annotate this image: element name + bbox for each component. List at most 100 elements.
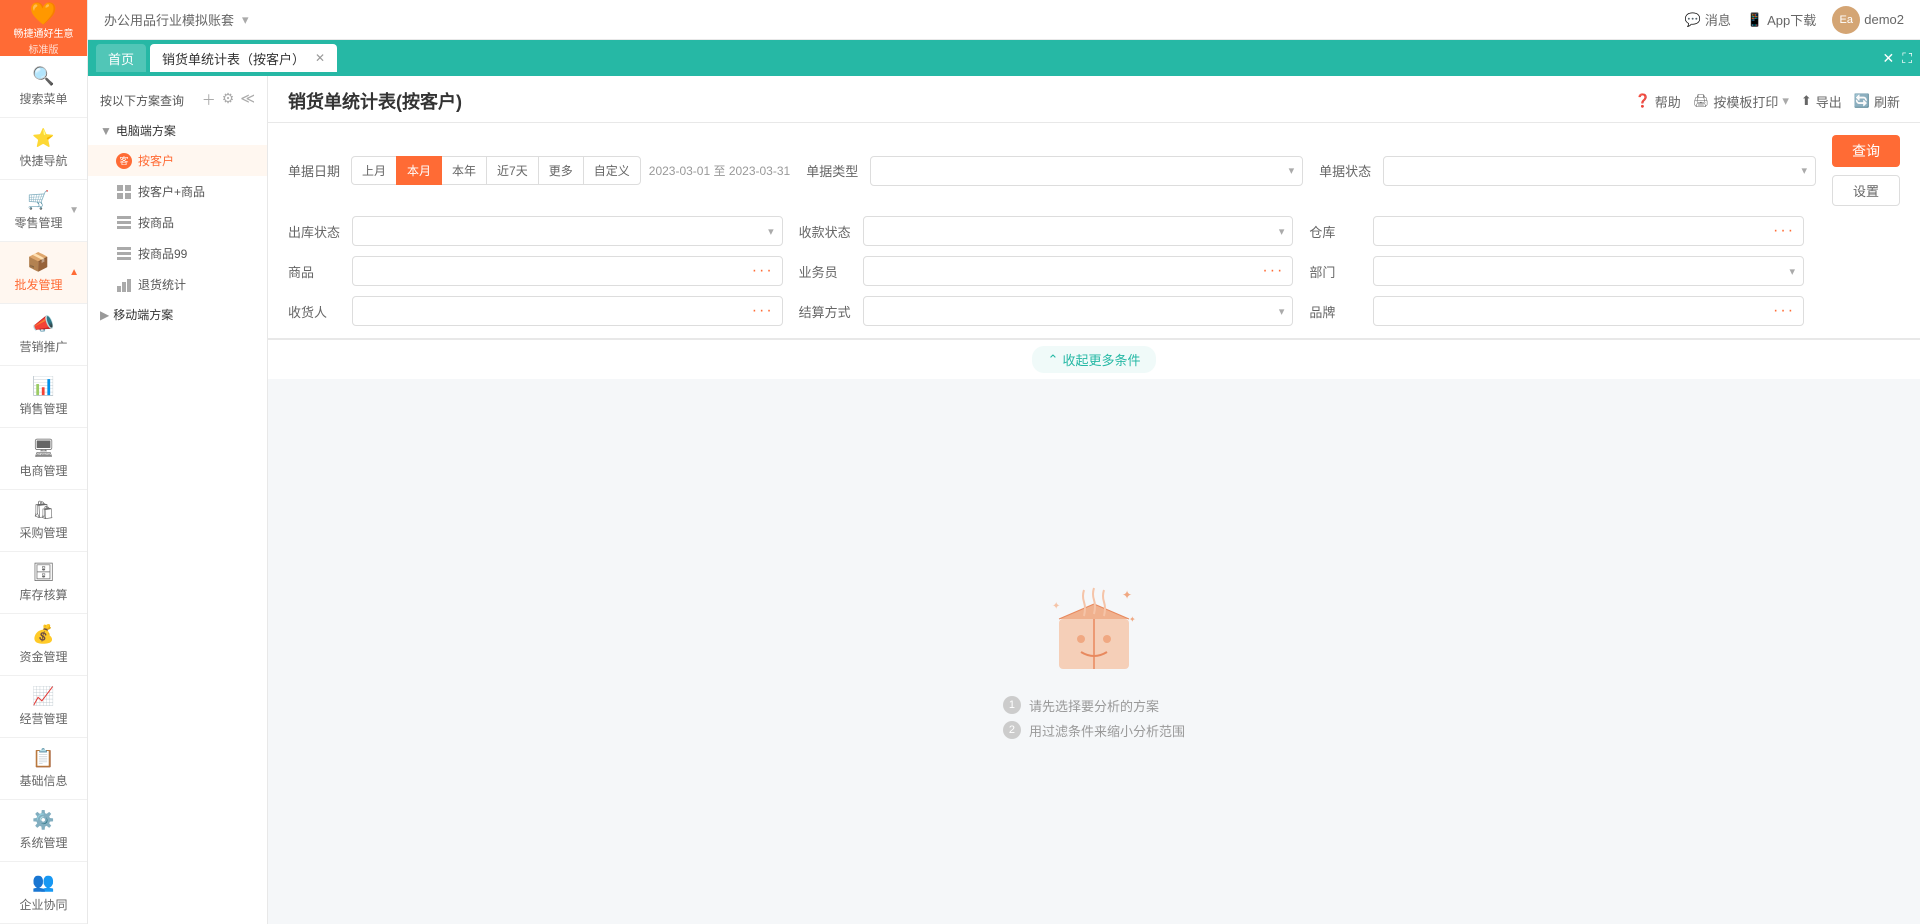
sidebar-item-wholesale[interactable]: 📦 批发管理 ▲ xyxy=(0,242,87,304)
receiver-select[interactable]: ··· xyxy=(352,296,783,326)
order-type-filter: 单据类型 ▾ xyxy=(806,156,1303,186)
scheme-goods-label: 按商品 xyxy=(138,214,174,231)
order-status-label: 单据状态 xyxy=(1319,161,1375,180)
sidebar-item-basic[interactable]: 📋 基础信息 xyxy=(0,738,88,800)
basic-icon: 📋 xyxy=(32,748,54,769)
logo-icon: 🧡 xyxy=(30,1,57,27)
help-btn[interactable]: ❓ 帮助 xyxy=(1635,92,1681,111)
query-btn-group: 查询 设置 xyxy=(1832,135,1900,206)
empty-illustration: ✦ ✦ ✦ xyxy=(1034,564,1154,684)
sidebar-item-finance[interactable]: 💰 资金管理 xyxy=(0,614,88,676)
left-panel: 按以下方案查询 ＋ ⚙ ≪ ▼ 电脑端方案 客 按客户 xyxy=(88,76,268,924)
query-button[interactable]: 查询 xyxy=(1832,135,1900,167)
right-panel: 销货单统计表(按客户) ❓ 帮助 🖨 按模板打印 ▾ ⬆ 导出 xyxy=(268,76,1920,924)
scheme-item-customer[interactable]: 客 按客户 xyxy=(88,145,267,176)
scheme-item-customer-goods[interactable]: 按客户+商品 xyxy=(88,176,267,207)
sidebar-item-quicknav[interactable]: ⭐ 快捷导航 xyxy=(0,118,88,180)
sidebar-item-inventory[interactable]: 🗄 库存核算 xyxy=(0,552,88,614)
settlement-select[interactable]: ▾ xyxy=(863,296,1294,326)
tab-sales-stats-label: 销货单统计表（按客户） xyxy=(162,49,305,68)
top-header: 办公用品行业模拟账套 ▾ 💬 消息 📱 App下载 Ea demo2 xyxy=(88,0,1920,40)
sidebar-item-sales[interactable]: 📊 销售管理 xyxy=(0,366,88,428)
tab-sales-stats[interactable]: 销货单统计表（按客户） ✕ xyxy=(150,44,337,72)
workspace-dropdown-icon[interactable]: ▾ xyxy=(242,12,249,28)
mobile-section-label: 移动端方案 xyxy=(113,306,173,323)
maximize-icon[interactable]: ⛶ xyxy=(1902,50,1912,67)
department-select[interactable]: ▾ xyxy=(1373,256,1804,286)
date-btn-more[interactable]: 更多 xyxy=(538,156,584,185)
sidebar-item-marketing[interactable]: 📣 营销推广 xyxy=(0,304,88,366)
template-print-btn[interactable]: 🖨 按模板打印 ▾ xyxy=(1693,92,1789,111)
goods-label: 商品 xyxy=(288,262,344,281)
sidebar-item-business[interactable]: 📈 经营管理 xyxy=(0,676,88,738)
date-btn-custom[interactable]: 自定义 xyxy=(583,156,641,185)
date-btn-thisyear[interactable]: 本年 xyxy=(441,156,487,185)
brand-dots: ··· xyxy=(1773,302,1795,320)
settings-scheme-icon[interactable]: ⚙ xyxy=(222,90,235,110)
pc-section-title[interactable]: ▼ 电脑端方案 xyxy=(88,116,267,145)
user-menu[interactable]: Ea demo2 xyxy=(1832,6,1904,34)
page-header: 销货单统计表(按客户) ❓ 帮助 🖨 按模板打印 ▾ ⬆ 导出 xyxy=(268,76,1920,123)
hint-num-1: 1 xyxy=(1003,696,1021,714)
scheme-item-return[interactable]: 退货统计 xyxy=(88,269,267,300)
date-label: 单据日期 xyxy=(288,161,344,180)
collapse-area: ⌃ 收起更多条件 xyxy=(268,339,1920,379)
wholesale-icon: 📦 xyxy=(27,252,49,273)
sidebar-item-ecommerce[interactable]: 🖥 电商管理 xyxy=(0,428,88,490)
date-btn-lastmonth[interactable]: 上月 xyxy=(351,156,397,185)
empty-state: ✦ ✦ ✦ 1 请先选择要分析的方案 xyxy=(1003,564,1185,740)
date-filter-group: 上月 本月 本年 近7天 更多 自定义 xyxy=(352,156,641,185)
brand-label: 品牌 xyxy=(1309,302,1365,321)
settings-button[interactable]: 设置 xyxy=(1832,175,1900,206)
date-btn-thismonth[interactable]: 本月 xyxy=(396,156,442,185)
order-status-dropdown-icon: ▾ xyxy=(1801,164,1807,177)
scheme-item-goods99[interactable]: 按商品99 xyxy=(88,238,267,269)
warehouse-select[interactable]: ··· xyxy=(1373,216,1804,246)
svg-text:✦: ✦ xyxy=(1122,588,1132,602)
mobile-section-title[interactable]: ▶ 移动端方案 xyxy=(88,300,267,329)
sidebar-item-label: 销售管理 xyxy=(19,400,67,417)
sidebar: 🧡 畅捷通好生意 标准版 🔍 搜索菜单 ⭐ 快捷导航 🛒 零售管理 ▼ 📦 批发… xyxy=(0,0,88,924)
chevron-up-collapse-icon: ⌃ xyxy=(1048,352,1059,368)
tab-home[interactable]: 首页 xyxy=(96,44,146,72)
receive-status-label: 收款状态 xyxy=(799,222,855,241)
date-btn-7days[interactable]: 近7天 xyxy=(486,156,539,185)
svg-text:✦: ✦ xyxy=(1052,601,1060,612)
collapse-btn[interactable]: ⌃ 收起更多条件 xyxy=(1032,346,1157,373)
expand-arrow-mobile-icon: ▶ xyxy=(100,308,109,322)
logo-subtext: 标准版 xyxy=(29,41,59,56)
sidebar-item-purchase[interactable]: 🛍 采购管理 xyxy=(0,490,88,552)
hint-text-1: 请先选择要分析的方案 xyxy=(1029,696,1159,715)
goods-select[interactable]: ··· xyxy=(352,256,783,286)
receive-status-select[interactable]: ▾ xyxy=(863,216,1294,246)
settlement-dropdown-icon: ▾ xyxy=(1279,305,1285,318)
collapse-label: 收起更多条件 xyxy=(1062,350,1140,369)
collapse-panel-icon[interactable]: ≪ xyxy=(240,90,255,110)
sidebar-item-retail[interactable]: 🛒 零售管理 ▼ xyxy=(0,180,87,242)
app-download-btn[interactable]: 📱 App下载 xyxy=(1747,10,1816,29)
close-window-icon[interactable]: ✕ xyxy=(1882,50,1894,67)
salesperson-dots: ··· xyxy=(1262,262,1284,280)
sidebar-item-search[interactable]: 🔍 搜索菜单 xyxy=(0,56,88,118)
message-btn[interactable]: 💬 消息 xyxy=(1685,10,1731,29)
purchase-icon: 🛍 xyxy=(32,500,55,521)
order-status-select[interactable]: ▾ xyxy=(1383,156,1816,186)
order-type-select[interactable]: ▾ xyxy=(870,156,1303,186)
customer-scheme-icon: 客 xyxy=(116,153,132,169)
export-btn[interactable]: ⬆ 导出 xyxy=(1801,92,1842,111)
brand-select[interactable]: ··· xyxy=(1373,296,1804,326)
add-scheme-icon[interactable]: ＋ xyxy=(202,90,216,110)
scheme-customer-label: 按客户 xyxy=(138,152,174,169)
receive-status-dropdown-icon: ▾ xyxy=(1279,225,1285,238)
salesperson-select[interactable]: ··· xyxy=(863,256,1294,286)
scheme-item-goods[interactable]: 按商品 xyxy=(88,207,267,238)
out-status-select[interactable]: ▾ xyxy=(352,216,783,246)
message-label: 消息 xyxy=(1705,10,1731,29)
tab-maximize-icon[interactable]: ✕ ⛶ xyxy=(1882,50,1912,67)
sidebar-item-system[interactable]: ⚙️ 系统管理 xyxy=(0,800,88,862)
sidebar-item-collab[interactable]: 👥 企业协同 xyxy=(0,862,88,924)
content-area: 按以下方案查询 ＋ ⚙ ≪ ▼ 电脑端方案 客 按客户 xyxy=(88,76,1920,924)
refresh-btn[interactable]: 🔄 刷新 xyxy=(1854,92,1900,111)
tab-close-icon[interactable]: ✕ xyxy=(315,51,325,65)
system-icon: ⚙️ xyxy=(32,810,54,831)
